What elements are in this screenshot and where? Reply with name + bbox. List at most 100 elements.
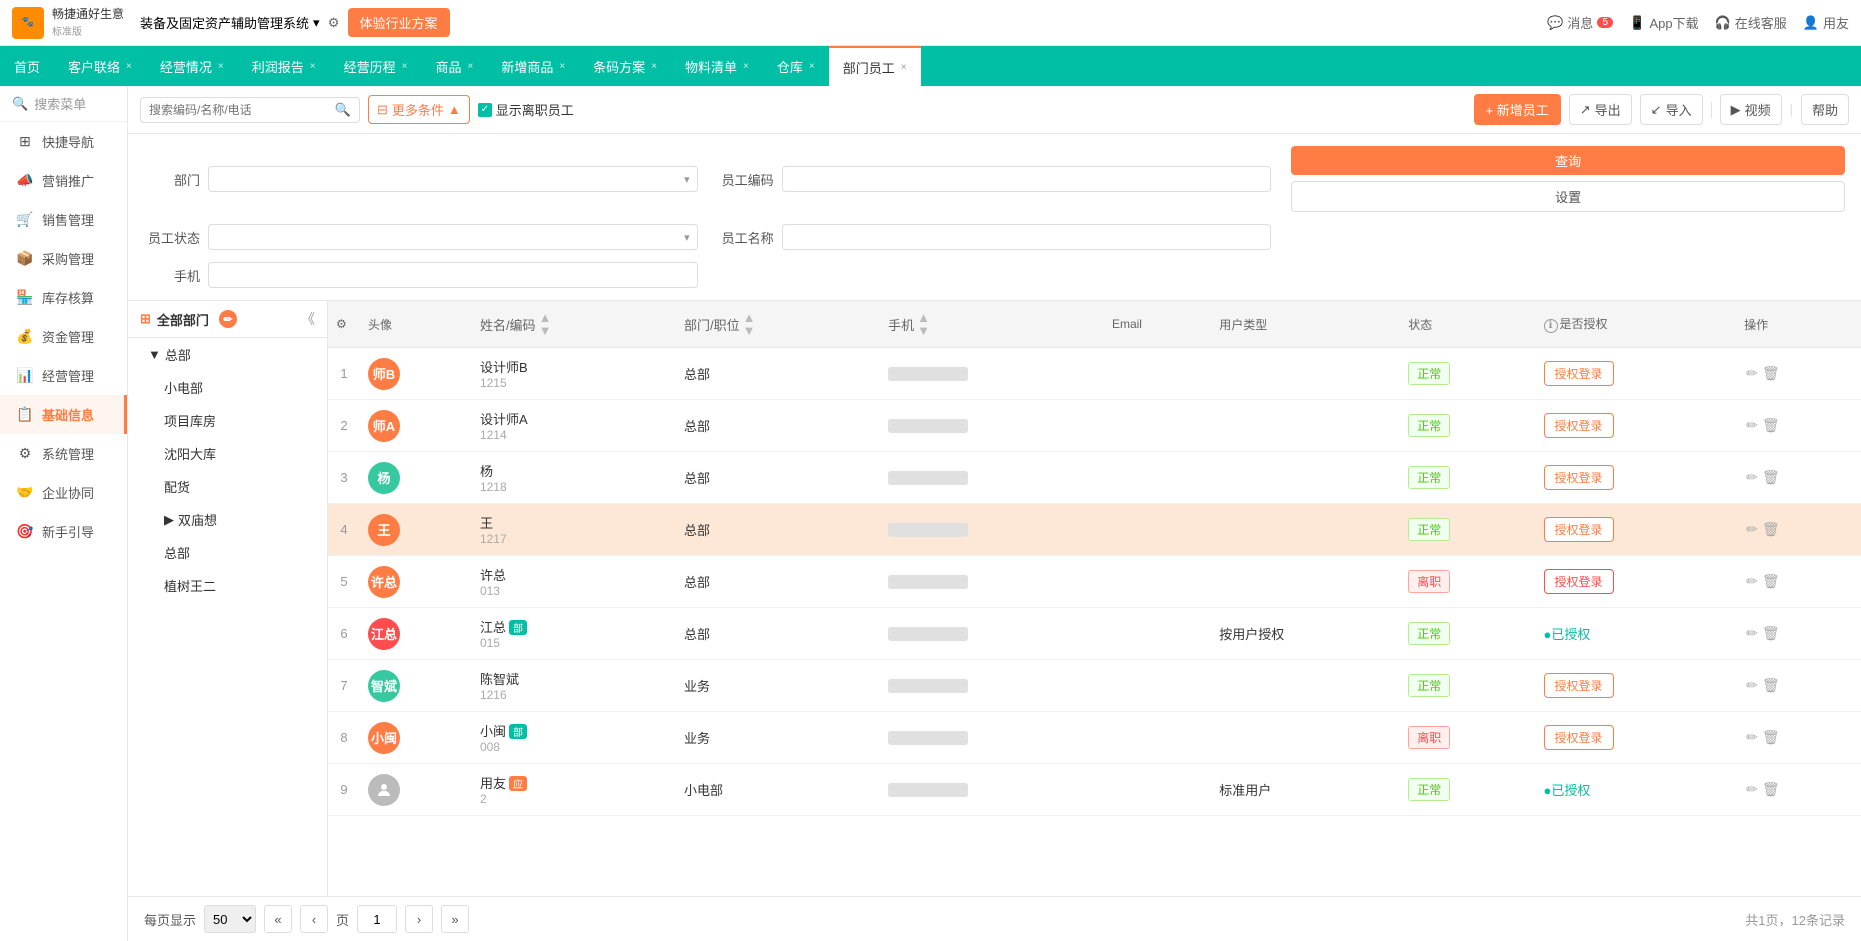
row-actions-cell: ✏🗑 <box>1736 400 1861 452</box>
auth-login-button[interactable]: 授权登录 <box>1544 569 1614 594</box>
edit-icon[interactable]: ✏ <box>1746 417 1758 433</box>
th-dept[interactable]: 部门/职位 ▲▼ <box>676 301 880 348</box>
sidebar-item-basic-info[interactable]: 📋 基础信息 <box>0 395 127 434</box>
edit-icon[interactable]: ✏ <box>1746 469 1758 485</box>
search-input[interactable] <box>149 103 331 117</box>
tree-node-double-temple[interactable]: ▶ 双庙想 <box>128 503 327 536</box>
tab-add-goods[interactable]: 新增商品× <box>487 46 579 86</box>
tab-goods[interactable]: 商品× <box>421 46 487 86</box>
per-page-select[interactable]: 50 100 <box>204 905 256 933</box>
tab-home[interactable]: 首页 <box>0 46 54 86</box>
th-phone[interactable]: 手机 ▲▼ <box>880 301 1104 348</box>
row-avatar-cell: 许总 <box>360 556 472 608</box>
auth-login-button[interactable]: 授权登录 <box>1544 517 1614 542</box>
message-btn[interactable]: 💬 消息 5 <box>1547 13 1613 32</box>
tree-node-project-room[interactable]: 项目库房 <box>128 404 327 437</box>
show-left-label[interactable]: ✓ 显示离职员工 <box>478 100 574 119</box>
delete-icon[interactable]: 🗑 <box>1762 365 1780 381</box>
dept-edit-icon[interactable]: ✏ <box>219 310 237 328</box>
import-button[interactable]: ↙ 导入 <box>1640 94 1703 125</box>
tab-history[interactable]: 经营历程× <box>330 46 422 86</box>
auth-login-button[interactable]: 授权登录 <box>1544 413 1614 438</box>
user-btn[interactable]: 👤 用友 <box>1803 13 1849 32</box>
tree-node-shenyang[interactable]: 沈阳大库 <box>128 437 327 470</box>
gear-icon[interactable]: ⚙ <box>320 9 348 37</box>
tab-operation[interactable]: 经营情况× <box>146 46 238 86</box>
edit-icon[interactable]: ✏ <box>1746 365 1758 381</box>
delete-icon[interactable]: 🗑 <box>1762 729 1780 745</box>
phone-blur <box>888 471 968 485</box>
finance-icon: 💰 <box>16 328 34 346</box>
th-name[interactable]: 姓名/编码 ▲▼ <box>472 301 676 348</box>
edit-icon[interactable]: ✏ <box>1746 781 1758 797</box>
page-input[interactable] <box>357 905 397 933</box>
first-page-btn[interactable]: « <box>264 905 292 933</box>
next-page-btn[interactable]: › <box>405 905 433 933</box>
delete-icon[interactable]: 🗑 <box>1762 625 1780 641</box>
last-page-btn[interactable]: » <box>441 905 469 933</box>
sidebar-item-purchase[interactable]: 📦 采购管理 <box>0 239 127 278</box>
filter-btn[interactable]: ⊟ 更多条件 ▲ <box>368 95 470 124</box>
sidebar-item-finance[interactable]: 💰 资金管理 <box>0 317 127 356</box>
service-btn[interactable]: 🎧 在线客服 <box>1715 13 1787 32</box>
export-button[interactable]: ↗ 导出 <box>1569 94 1632 125</box>
app-download-btn[interactable]: 📱 App下载 <box>1629 13 1698 32</box>
tab-employees[interactable]: 部门员工× <box>829 46 921 86</box>
name-input[interactable] <box>782 224 1272 250</box>
tree-node-general-branch[interactable]: 总部 <box>128 536 327 569</box>
sidebar-item-system[interactable]: ⚙ 系统管理 <box>0 434 127 473</box>
tab-barcode[interactable]: 条码方案× <box>579 46 671 86</box>
collapse-tree-button[interactable]: 《 <box>301 309 315 329</box>
dept-select[interactable] <box>208 166 698 192</box>
member-tag: 部 <box>509 620 527 635</box>
phone-input[interactable] <box>208 262 698 288</box>
edit-icon[interactable]: ✏ <box>1746 625 1758 641</box>
tree-node-small-elec[interactable]: 小电部 <box>128 371 327 404</box>
delete-icon[interactable]: 🗑 <box>1762 573 1780 589</box>
th-setting[interactable]: ⚙ <box>328 301 360 348</box>
search-button[interactable]: 查询 <box>1291 146 1845 175</box>
status-select[interactable] <box>208 224 698 250</box>
row-dept-cell: 小电部 <box>676 764 880 816</box>
help-button[interactable]: 帮助 <box>1801 94 1849 125</box>
delete-icon[interactable]: 🗑 <box>1762 781 1780 797</box>
tree-node-tree-king[interactable]: 植树王二 <box>128 569 327 602</box>
sidebar-item-marketing[interactable]: 📣 营销推广 <box>0 161 127 200</box>
edit-icon[interactable]: ✏ <box>1746 729 1758 745</box>
add-employee-button[interactable]: + 新增员工 <box>1474 94 1561 125</box>
auth-login-button[interactable]: 授权登录 <box>1544 673 1614 698</box>
sidebar-item-guide[interactable]: 🎯 新手引导 <box>0 512 127 551</box>
tree-node-delivery[interactable]: 配货 <box>128 470 327 503</box>
view-button[interactable]: ▶ 视频 <box>1720 94 1782 125</box>
sidebar-item-collab[interactable]: 🤝 企业协同 <box>0 473 127 512</box>
logo-text: 畅捷通好生意 <box>52 7 124 23</box>
auth-login-button[interactable]: 授权登录 <box>1544 725 1614 750</box>
trial-button[interactable]: 体验行业方案 <box>348 8 450 37</box>
sidebar-search[interactable]: 🔍 搜索菜单 <box>0 86 127 122</box>
delete-icon[interactable]: 🗑 <box>1762 677 1780 693</box>
row-phone-cell <box>880 660 1104 712</box>
row-actions-cell: ✏🗑 <box>1736 712 1861 764</box>
edit-icon[interactable]: ✏ <box>1746 521 1758 537</box>
set-button[interactable]: 设置 <box>1291 181 1845 212</box>
member-tag-orange: 应 <box>509 776 527 791</box>
tree-node-general[interactable]: ▼ 总部 <box>128 338 327 371</box>
sidebar-item-sales[interactable]: 🛒 销售管理 <box>0 200 127 239</box>
tab-customer[interactable]: 客户联络× <box>54 46 146 86</box>
prev-page-btn[interactable]: ‹ <box>300 905 328 933</box>
delete-icon[interactable]: 🗑 <box>1762 521 1780 537</box>
sidebar-item-management[interactable]: 📊 经营管理 <box>0 356 127 395</box>
delete-icon[interactable]: 🗑 <box>1762 417 1780 433</box>
sidebar-item-inventory[interactable]: 🏪 库存核算 <box>0 278 127 317</box>
tab-profit[interactable]: 利润报告× <box>238 46 330 86</box>
edit-icon[interactable]: ✏ <box>1746 573 1758 589</box>
edit-icon[interactable]: ✏ <box>1746 677 1758 693</box>
tab-bom[interactable]: 物料清单× <box>671 46 763 86</box>
code-input[interactable] <box>782 166 1272 192</box>
sidebar-item-shortcut[interactable]: ⊞ 快捷导航 <box>0 122 127 161</box>
shortcut-icon: ⊞ <box>16 133 34 151</box>
delete-icon[interactable]: 🗑 <box>1762 469 1780 485</box>
auth-login-button[interactable]: 授权登录 <box>1544 465 1614 490</box>
auth-login-button[interactable]: 授权登录 <box>1544 361 1614 386</box>
tab-warehouse[interactable]: 仓库× <box>763 46 829 86</box>
